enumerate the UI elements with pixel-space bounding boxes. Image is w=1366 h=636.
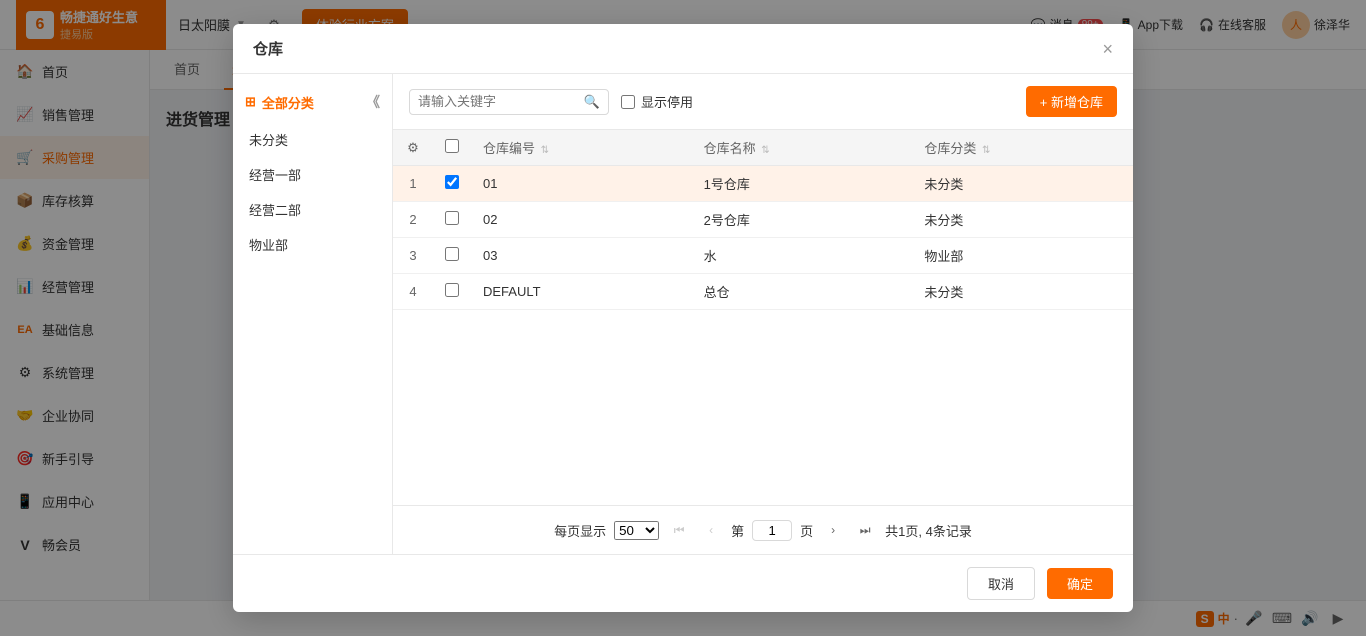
row-checkbox-cell (433, 238, 471, 274)
all-categories-label[interactable]: 全部分类 (262, 93, 314, 112)
last-page-button[interactable]: ⏭ (853, 518, 877, 542)
table-row[interactable]: 1 01 1号仓库 未分类 (393, 166, 1133, 202)
modal-close-button[interactable]: × (1102, 40, 1113, 58)
row-number: 1 (393, 166, 433, 202)
row-checkbox[interactable] (445, 283, 459, 297)
search-icon[interactable]: 🔍 (584, 94, 600, 110)
col-code[interactable]: 仓库编号 ⇅ (471, 130, 692, 166)
row-code: DEFAULT (471, 274, 692, 310)
select-all-checkbox[interactable] (445, 139, 459, 153)
row-checkbox-cell (433, 202, 471, 238)
row-number: 2 (393, 202, 433, 238)
row-code: 01 (471, 166, 692, 202)
row-code: 03 (471, 238, 692, 274)
modal-overlay: 仓库 × ⊞ 全部分类 《 未分类 经营一部 经营二部 物业部 (0, 0, 1366, 636)
pagination: 每页显示 50 20 100 ⏮ ‹ 第 页 › ⏭ 共1页, 4条记录 (393, 505, 1133, 554)
col-checkbox (433, 130, 471, 166)
page-input[interactable] (752, 520, 792, 541)
row-checkbox[interactable] (445, 211, 459, 225)
sort-icon: ⇅ (541, 145, 549, 156)
row-checkbox[interactable] (445, 247, 459, 261)
row-checkbox-cell (433, 274, 471, 310)
row-name: 2号仓库 (692, 202, 913, 238)
sort-icon: ⇅ (982, 145, 990, 156)
row-number: 4 (393, 274, 433, 310)
row-category: 物业部 (912, 238, 1133, 274)
page-label-after: 页 (800, 521, 813, 540)
category-item-property[interactable]: 物业部 (233, 227, 392, 262)
col-name[interactable]: 仓库名称 ⇅ (692, 130, 913, 166)
grid-icon: ⊞ (245, 94, 256, 110)
per-page-label: 每页显示 (554, 521, 606, 540)
col-category[interactable]: 仓库分类 ⇅ (912, 130, 1133, 166)
category-item-dept2[interactable]: 经营二部 (233, 192, 392, 227)
show-disabled-toggle[interactable]: 显示停用 (621, 92, 693, 111)
prev-page-button[interactable]: ‹ (699, 518, 723, 542)
next-page-button[interactable]: › (821, 518, 845, 542)
col-settings: ⚙ (393, 130, 433, 166)
row-category: 未分类 (912, 274, 1133, 310)
row-checkbox[interactable] (445, 175, 459, 189)
category-item-unclassified[interactable]: 未分类 (233, 122, 392, 157)
modal-toolbar: 🔍 显示停用 + 新增仓库 (393, 74, 1133, 130)
right-panel: 🔍 显示停用 + 新增仓库 ⚙ (393, 74, 1133, 554)
modal-footer: 取消 确定 (233, 554, 1133, 612)
table-row[interactable]: 2 02 2号仓库 未分类 (393, 202, 1133, 238)
row-checkbox-cell (433, 166, 471, 202)
show-disabled-checkbox[interactable] (621, 95, 635, 109)
row-name: 1号仓库 (692, 166, 913, 202)
show-disabled-label: 显示停用 (641, 92, 693, 111)
row-code: 02 (471, 202, 692, 238)
warehouse-table: ⚙ 仓库编号 ⇅ 仓库名称 ⇅ 仓库分类 ⇅ 1 01 1号仓库 未分类 2 0… (393, 130, 1133, 505)
page-label-before: 第 (731, 521, 744, 540)
cancel-button[interactable]: 取消 (967, 567, 1035, 600)
category-item-dept1[interactable]: 经营一部 (233, 157, 392, 192)
warehouse-modal: 仓库 × ⊞ 全部分类 《 未分类 经营一部 经营二部 物业部 (233, 24, 1133, 612)
collapse-button[interactable]: 《 (366, 92, 380, 112)
modal-title: 仓库 (253, 38, 283, 59)
row-name: 总仓 (692, 274, 913, 310)
row-name: 水 (692, 238, 913, 274)
per-page-select[interactable]: 50 20 100 (614, 521, 659, 540)
first-page-button[interactable]: ⏮ (667, 518, 691, 542)
category-panel: ⊞ 全部分类 《 未分类 经营一部 经营二部 物业部 (233, 74, 393, 554)
table-row[interactable]: 3 03 水 物业部 (393, 238, 1133, 274)
row-number: 3 (393, 238, 433, 274)
confirm-button[interactable]: 确定 (1047, 568, 1113, 599)
total-info: 共1页, 4条记录 (885, 521, 972, 540)
sort-icon: ⇅ (761, 145, 769, 156)
add-warehouse-button[interactable]: + 新增仓库 (1026, 86, 1117, 117)
search-input[interactable] (418, 94, 578, 109)
table-row[interactable]: 4 DEFAULT 总仓 未分类 (393, 274, 1133, 310)
modal-body: ⊞ 全部分类 《 未分类 经营一部 经营二部 物业部 🔍 (233, 74, 1133, 554)
category-panel-header: ⊞ 全部分类 《 (233, 86, 392, 122)
search-wrap: 🔍 (409, 89, 609, 115)
modal-header: 仓库 × (233, 24, 1133, 74)
row-category: 未分类 (912, 166, 1133, 202)
row-category: 未分类 (912, 202, 1133, 238)
